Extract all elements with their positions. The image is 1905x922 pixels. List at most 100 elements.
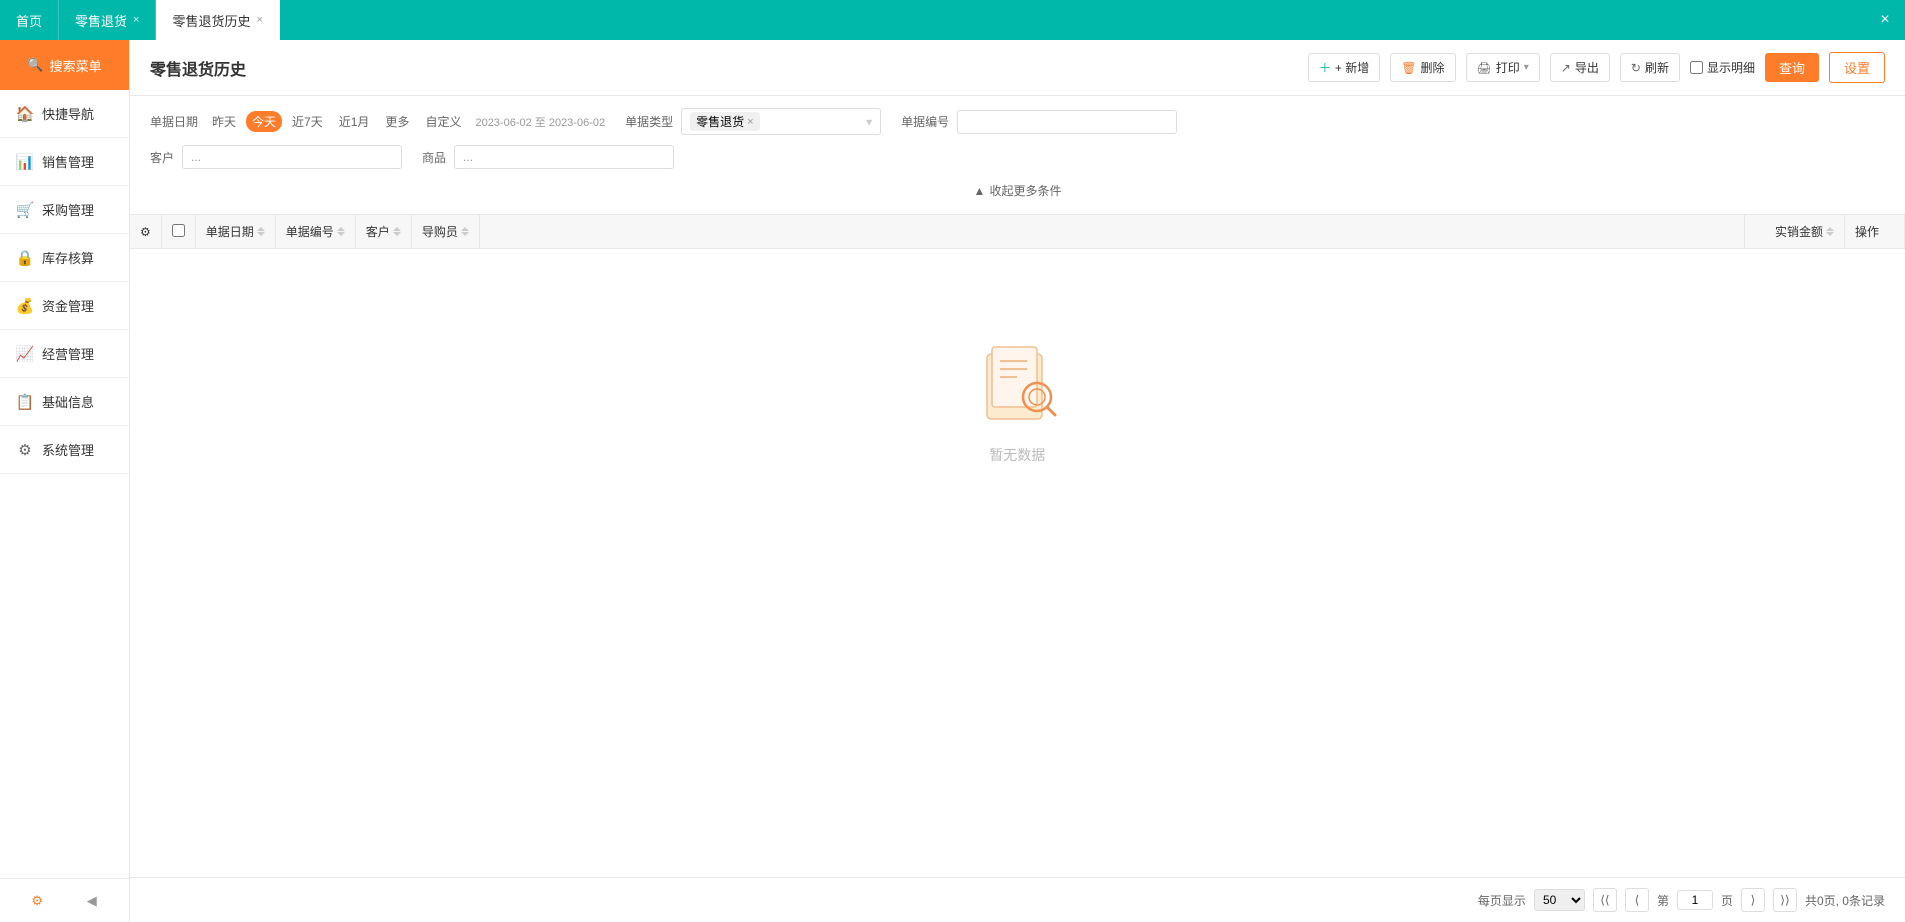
new-button[interactable]: ＋ + 新增 <box>1308 53 1380 82</box>
sidebar-settings-button[interactable]: ⚙ <box>22 886 52 916</box>
print-button[interactable]: 🖨 打印 ▾ <box>1466 53 1540 82</box>
filter-type-item: 单据类型 零售退货 × ▾ <box>625 108 881 135</box>
quick-nav-icon: 🏠 <box>16 105 34 123</box>
tab-retail-return-history-close[interactable]: × <box>256 14 262 26</box>
filter-customer-label: 客户 <box>150 149 174 166</box>
export-button[interactable]: ↗ 导出 <box>1550 53 1610 82</box>
sidebar-item-inventory[interactable]: 🔒 库存核算 <box>0 234 129 282</box>
col-date-label: 单据日期 <box>206 223 254 240</box>
tab-retail-return-history-label: 零售退货历史 <box>172 11 250 30</box>
filter-date-more[interactable]: 更多 <box>379 111 415 132</box>
first-page-button[interactable]: ⟨⟨ <box>1593 888 1617 912</box>
col-guide[interactable]: 导购员 <box>411 215 479 249</box>
last-page-button[interactable]: ⟩⟩ <box>1773 888 1797 912</box>
col-checkbox[interactable] <box>161 215 195 249</box>
sidebar-item-system-mgmt[interactable]: ⚙ 系统管理 <box>0 426 129 474</box>
sidebar-item-sales-mgmt-label: 销售管理 <box>42 152 94 171</box>
col-customer[interactable]: 客户 <box>355 215 411 249</box>
filter-date-label: 单据日期 <box>150 113 198 130</box>
tab-retail-return[interactable]: 零售退货 × <box>59 0 156 40</box>
show-detail-checkbox[interactable] <box>1690 61 1703 74</box>
filter-goods-item: 商品 ... <box>422 145 674 169</box>
tab-home-label: 首页 <box>16 11 42 30</box>
sidebar-item-basic-info-label: 基础信息 <box>42 392 94 411</box>
col-customer-sort-icon <box>393 227 401 236</box>
col-settings[interactable]: ⚙ <box>130 215 161 249</box>
sidebar: 🔍 搜索菜单 🏠 快捷导航 📊 销售管理 🛒 采购管理 🔒 库存核算 💰 <box>0 40 130 922</box>
sidebar-item-finance-mgmt[interactable]: 💰 资金管理 <box>0 282 129 330</box>
main-layout: 🔍 搜索菜单 🏠 快捷导航 📊 销售管理 🛒 采购管理 🔒 库存核算 💰 <box>0 40 1905 922</box>
basic-info-icon: 📋 <box>16 393 34 411</box>
settings-button[interactable]: 设置 <box>1829 52 1885 83</box>
sidebar-item-purchase-mgmt-label: 采购管理 <box>42 200 94 219</box>
total-label: 共0页, 0条记录 <box>1805 892 1885 909</box>
col-spacer <box>479 215 1744 249</box>
next-page-button[interactable]: ⟩ <box>1741 888 1765 912</box>
filter-goods-input[interactable]: ... <box>454 145 674 169</box>
delete-button[interactable]: 🗑 删除 <box>1390 53 1455 82</box>
col-number[interactable]: 单据编号 <box>275 215 355 249</box>
prev-page-button[interactable]: ⟨ <box>1625 888 1649 912</box>
filter-date-yesterday[interactable]: 昨天 <box>206 111 242 132</box>
page-title: 零售退货历史 <box>150 56 246 80</box>
tab-home[interactable]: 首页 <box>0 0 59 40</box>
filter-customer-item: 客户 ... <box>150 145 402 169</box>
sidebar-item-quick-nav[interactable]: 🏠 快捷导航 <box>0 90 129 138</box>
sidebar-collapse-button[interactable]: ◀ <box>77 886 107 916</box>
sidebar-item-purchase-mgmt[interactable]: 🛒 采购管理 <box>0 186 129 234</box>
filter-number-input[interactable] <box>957 110 1177 134</box>
filter-date-custom[interactable]: 自定义 <box>419 111 467 132</box>
sidebar-search[interactable]: 🔍 搜索菜单 <box>0 40 129 90</box>
pagination-bar: 每页显示 20 50 100 ⟨⟨ ⟨ 第 页 ⟩ ⟩⟩ 共0页, 0条记录 <box>130 877 1905 922</box>
new-icon: ＋ <box>1319 59 1331 76</box>
filter-type-tag-close[interactable]: × <box>747 116 753 128</box>
filter-row-1: 单据日期 昨天 今天 近7天 近1月 更多 自定义 2023-06-02 至 2… <box>150 108 1885 135</box>
col-date[interactable]: 单据日期 <box>195 215 275 249</box>
export-icon: ↗ <box>1561 61 1571 75</box>
print-label: 打印 <box>1496 59 1520 76</box>
sidebar-item-quick-nav-label: 快捷导航 <box>42 104 94 123</box>
filter-date-7days[interactable]: 近7天 <box>286 111 329 132</box>
collapse-button[interactable]: ▲ 收起更多条件 <box>964 179 1072 202</box>
select-all-checkbox[interactable] <box>172 224 185 237</box>
col-operations: 操作 <box>1845 215 1905 249</box>
top-bar: 首页 零售退货 × 零售退货历史 × × <box>0 0 1905 40</box>
search-icon: 🔍 <box>27 57 43 73</box>
collapse-label: 收起更多条件 <box>989 182 1061 199</box>
tab-retail-return-history[interactable]: 零售退货历史 × <box>156 0 279 40</box>
table-area: ⚙ 单据日期 <box>130 215 1905 877</box>
page-number-input[interactable] <box>1677 890 1713 910</box>
col-amount-sort-icon <box>1826 227 1834 236</box>
sidebar-item-basic-info[interactable]: 📋 基础信息 <box>0 378 129 426</box>
sidebar-item-operations-mgmt[interactable]: 📈 经营管理 <box>0 330 129 378</box>
filter-customer-input[interactable]: ... <box>182 145 402 169</box>
col-date-sort-icon <box>257 227 265 236</box>
show-detail-checkbox-container[interactable]: 显示明细 <box>1690 59 1755 76</box>
per-page-select[interactable]: 20 50 100 <box>1534 889 1585 911</box>
filter-date-today[interactable]: 今天 <box>246 111 282 132</box>
sidebar-item-finance-mgmt-label: 资金管理 <box>42 296 94 315</box>
purchase-mgmt-icon: 🛒 <box>16 201 34 219</box>
page-prefix-label: 第 <box>1657 892 1669 909</box>
filter-goods-label: 商品 <box>422 149 446 166</box>
delete-icon: 🗑 <box>1401 61 1416 75</box>
content-area: 零售退货历史 ＋ + 新增 🗑 删除 🖨 打印 ▾ ↗ 导出 <box>130 40 1905 922</box>
refresh-button[interactable]: ↻ 刷新 <box>1620 53 1680 82</box>
col-customer-label: 客户 <box>366 223 390 240</box>
col-guide-label: 导购员 <box>422 223 458 240</box>
empty-state: 暂无数据 <box>130 249 1905 545</box>
filter-date-1month[interactable]: 近1月 <box>333 111 376 132</box>
filter-number-item: 单据编号 <box>901 110 1177 134</box>
filter-type-select[interactable]: 零售退货 × ▾ <box>681 108 881 135</box>
per-page-label: 每页显示 <box>1478 892 1526 909</box>
filter-date-range-text: 2023-06-02 至 2023-06-02 <box>475 114 605 130</box>
col-amount[interactable]: 实销金额 <box>1745 215 1845 249</box>
refresh-label: 刷新 <box>1645 59 1669 76</box>
sidebar-search-label: 搜索菜单 <box>50 56 102 75</box>
column-settings-icon[interactable]: ⚙ <box>140 225 151 239</box>
tab-retail-return-close[interactable]: × <box>133 14 139 26</box>
sidebar-item-sales-mgmt[interactable]: 📊 销售管理 <box>0 138 129 186</box>
query-button[interactable]: 查询 <box>1765 53 1819 82</box>
window-close-button[interactable]: × <box>1865 0 1905 40</box>
settings-label: 设置 <box>1844 61 1870 76</box>
